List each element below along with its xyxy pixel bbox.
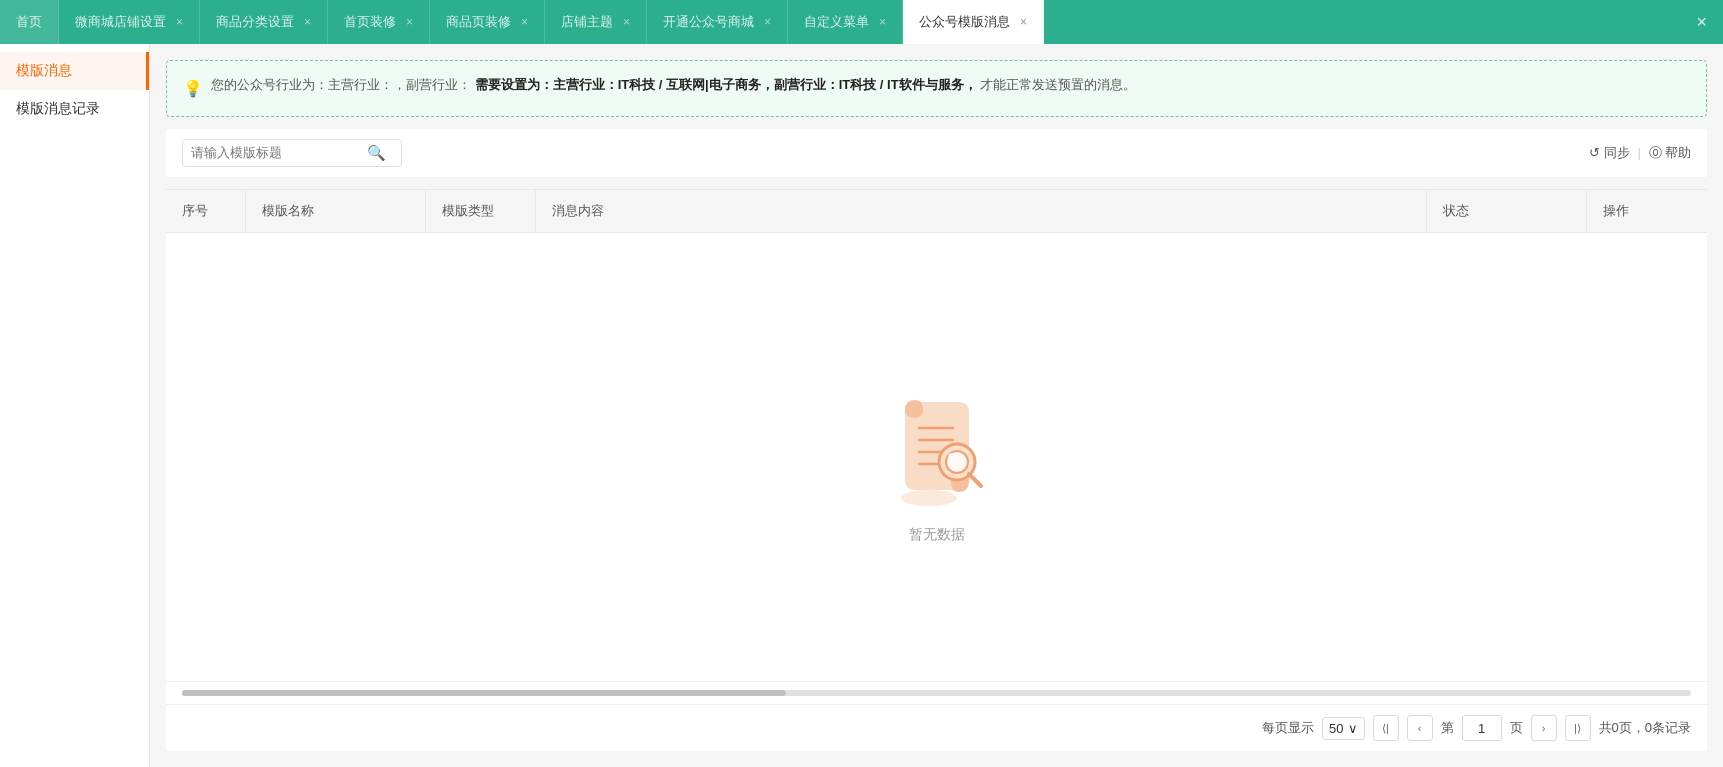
tab-home-decor-label: 首页装修 xyxy=(344,13,396,31)
page-size-prefix: 每页显示 xyxy=(1262,719,1314,737)
sidebar-item-template-msg[interactable]: 模版消息 xyxy=(0,52,149,90)
close-mp-template-msg-icon[interactable]: × xyxy=(1020,15,1027,29)
pagination: 每页显示 50 ∨ ⟨| ‹ 第 页 › |⟩ 共0页，0条记录 xyxy=(166,704,1707,751)
tab-store-theme[interactable]: 店铺主题 × xyxy=(545,0,647,44)
tab-category-settings-label: 商品分类设置 xyxy=(216,13,294,31)
sync-label: 同步 xyxy=(1604,144,1630,162)
close-open-mp-store-icon[interactable]: × xyxy=(764,15,771,29)
notice-box: 💡 您的公众号行业为：主营行业：，副营行业： 需要设置为：主营行业：IT科技 /… xyxy=(166,60,1707,117)
svg-point-0 xyxy=(901,490,957,506)
sidebar-item-template-msg-label: 模版消息 xyxy=(16,62,72,78)
page-size-value: 50 xyxy=(1329,721,1343,736)
close-custom-menu-icon[interactable]: × xyxy=(879,15,886,29)
sidebar-item-template-msg-log-label: 模版消息记录 xyxy=(16,100,100,116)
tab-category-settings[interactable]: 商品分类设置 × xyxy=(200,0,328,44)
last-page-button[interactable]: |⟩ xyxy=(1565,715,1591,741)
notice-text: 您的公众号行业为：主营行业：，副营行业： 需要设置为：主营行业：IT科技 / 互… xyxy=(211,75,1136,96)
content-area: 💡 您的公众号行业为：主营行业：，副营行业： 需要设置为：主营行业：IT科技 /… xyxy=(150,44,1723,767)
topbar: 首页 微商城店铺设置 × 商品分类设置 × 首页装修 × 商品页装修 × 店铺主… xyxy=(0,0,1723,44)
help-label: 帮助 xyxy=(1665,144,1691,162)
th-index: 序号 xyxy=(166,190,246,232)
sync-button[interactable]: ↺ 同步 xyxy=(1589,144,1630,162)
close-category-settings-icon[interactable]: × xyxy=(304,15,311,29)
tab-store-theme-label: 店铺主题 xyxy=(561,13,613,31)
help-circle-icon: ⓪ xyxy=(1649,144,1662,162)
global-close-button[interactable]: × xyxy=(1680,12,1723,33)
scrollbar-track[interactable] xyxy=(182,690,1691,696)
tab-weshop-settings-label: 微商城店铺设置 xyxy=(75,13,166,31)
notice-highlight: 需要设置为：主营行业：IT科技 / 互联网|电子商务，副营行业：IT科技 / I… xyxy=(475,77,977,92)
first-page-button[interactable]: ⟨| xyxy=(1373,715,1399,741)
page-input[interactable] xyxy=(1462,715,1502,741)
close-weshop-settings-icon[interactable]: × xyxy=(176,15,183,29)
help-button[interactable]: ⓪ 帮助 xyxy=(1649,144,1691,162)
sync-icon: ↺ xyxy=(1589,145,1600,160)
table-container: 序号 模版名称 模版类型 消息内容 状态 操作 xyxy=(166,189,1707,751)
th-content: 消息内容 xyxy=(536,190,1427,232)
tab-home-decor[interactable]: 首页装修 × xyxy=(328,0,430,44)
tab-weshop-settings[interactable]: 微商城店铺设置 × xyxy=(59,0,200,44)
notice-icon: 💡 xyxy=(183,76,203,102)
svg-point-8 xyxy=(948,453,954,459)
close-home-decor-icon[interactable]: × xyxy=(406,15,413,29)
search-icon[interactable]: 🔍 xyxy=(367,144,386,162)
tab-home[interactable]: 首页 xyxy=(0,0,59,44)
tab-home-label: 首页 xyxy=(16,13,42,31)
th-status: 状态 xyxy=(1427,190,1587,232)
tab-mp-template-msg[interactable]: 公众号模版消息 × xyxy=(903,0,1044,44)
page-size-chevron-icon: ∨ xyxy=(1348,721,1358,736)
page-unit: 页 xyxy=(1510,719,1523,737)
tab-open-mp-store[interactable]: 开通公众号商城 × xyxy=(647,0,788,44)
scrollbar-thumb[interactable] xyxy=(182,690,786,696)
tab-product-decor-label: 商品页装修 xyxy=(446,13,511,31)
svg-line-7 xyxy=(969,474,981,486)
main-layout: 模版消息 模版消息记录 💡 您的公众号行业为：主营行业：，副营行业： 需要设置为… xyxy=(0,44,1723,767)
sidebar-item-template-msg-log[interactable]: 模版消息记录 xyxy=(0,90,149,128)
toolbar-right: ↺ 同步 | ⓪ 帮助 xyxy=(1589,144,1691,162)
tab-open-mp-store-label: 开通公众号商城 xyxy=(663,13,754,31)
scrollbar-area[interactable] xyxy=(166,681,1707,704)
tab-product-decor[interactable]: 商品页装修 × xyxy=(430,0,545,44)
table-header: 序号 模版名称 模版类型 消息内容 状态 操作 xyxy=(166,189,1707,233)
th-name: 模版名称 xyxy=(246,190,426,232)
close-product-decor-icon[interactable]: × xyxy=(521,15,528,29)
close-store-theme-icon[interactable]: × xyxy=(623,15,630,29)
sidebar: 模版消息 模版消息记录 xyxy=(0,44,150,767)
th-actions: 操作 xyxy=(1587,190,1707,232)
tab-mp-template-msg-label: 公众号模版消息 xyxy=(919,13,1010,31)
search-input-wrap[interactable]: 🔍 xyxy=(182,139,402,167)
notice-suffix: 才能正常发送预置的消息。 xyxy=(980,77,1136,92)
empty-illustration xyxy=(877,390,997,510)
search-bar: 🔍 ↺ 同步 | ⓪ 帮助 xyxy=(166,129,1707,177)
toolbar-divider: | xyxy=(1638,145,1641,160)
tab-custom-menu-label: 自定义菜单 xyxy=(804,13,869,31)
empty-state: 暂无数据 xyxy=(166,233,1707,681)
next-page-button[interactable]: › xyxy=(1531,715,1557,741)
page-word: 第 xyxy=(1441,719,1454,737)
notice-prefix: 您的公众号行业为：主营行业：，副营行业： xyxy=(211,77,471,92)
empty-text: 暂无数据 xyxy=(909,526,965,544)
page-size-select[interactable]: 50 ∨ xyxy=(1322,717,1364,740)
tab-custom-menu[interactable]: 自定义菜单 × xyxy=(788,0,903,44)
prev-page-button[interactable]: ‹ xyxy=(1407,715,1433,741)
th-type: 模版类型 xyxy=(426,190,536,232)
search-input[interactable] xyxy=(191,145,361,160)
total-text: 共0页，0条记录 xyxy=(1599,719,1691,737)
